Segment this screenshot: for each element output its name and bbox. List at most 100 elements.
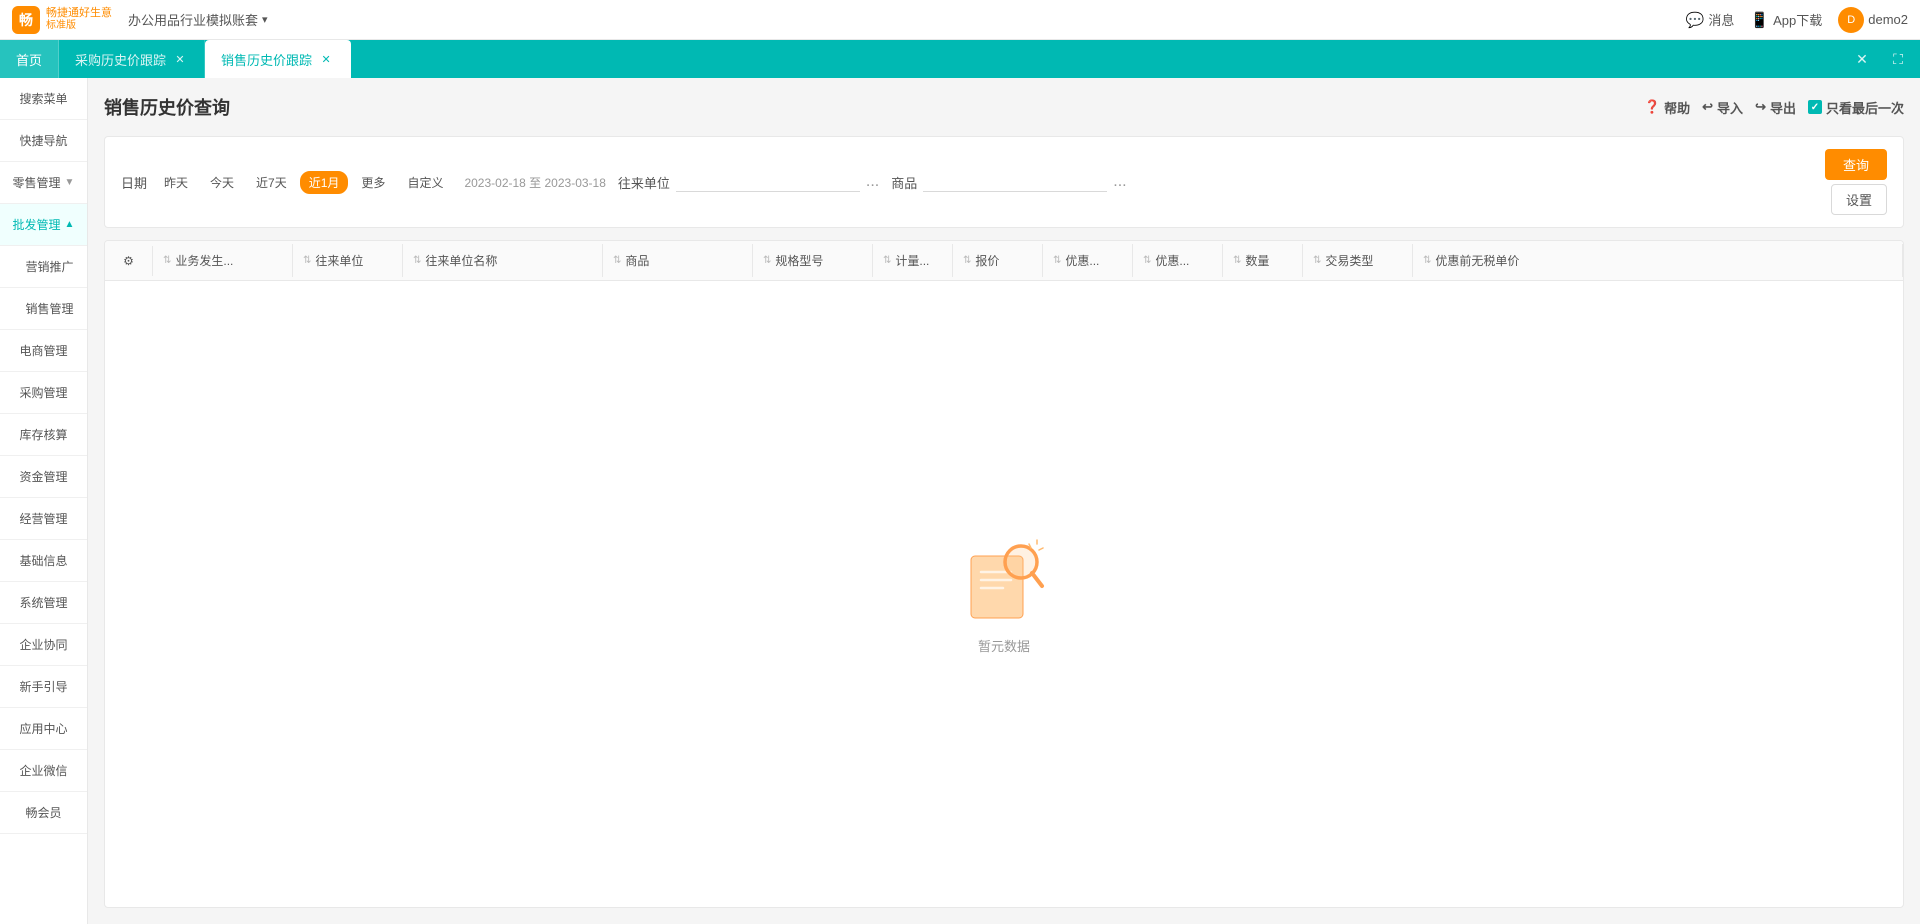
sidebar-item-ecommerce[interactable]: 电商管理 — [0, 330, 87, 372]
sidebar-item-finance[interactable]: 资金管理 — [0, 456, 87, 498]
sidebar-item-retail-mgmt[interactable]: 零售管理 ▼ — [0, 162, 87, 204]
tab-sales-history[interactable]: 销售历史价跟踪 ✕ — [205, 40, 351, 78]
top-bar: 畅 畅捷通好生意 标准版 办公用品行业模拟账套 ▾ 💬 消息 📱 App下载 D… — [0, 0, 1920, 40]
th-measure[interactable]: ⇅ 计量... — [873, 244, 953, 277]
tab-purchase-history[interactable]: 采购历史价跟踪 ✕ — [59, 40, 205, 78]
sidebar-item-operations[interactable]: 经营管理 — [0, 498, 87, 540]
date-btn-7days[interactable]: 近7天 — [247, 171, 296, 194]
only-last-checkbox[interactable]: ✓ 只看最后一次 — [1808, 98, 1904, 117]
th-quantity[interactable]: ⇅ 数量 — [1223, 244, 1303, 277]
th-unit-name[interactable]: ⇅ 往来单位名称 — [403, 244, 603, 277]
user-area[interactable]: D demo2 — [1838, 7, 1908, 33]
th-notax[interactable]: ⇅ 优惠前无税单价 — [1413, 244, 1903, 277]
th-price[interactable]: ⇅ 报价 — [953, 244, 1043, 277]
sidebar-item-app-center[interactable]: 应用中心 — [0, 708, 87, 750]
product-dots-btn[interactable]: ... — [1113, 173, 1126, 191]
date-buttons: 昨天 今天 近7天 近1月 更多 自定义 — [155, 171, 452, 194]
sidebar-item-search-menu[interactable]: 搜索菜单 — [0, 78, 87, 120]
sidebar-item-weixin[interactable]: 企业微信 — [0, 750, 87, 792]
close-window-btn[interactable]: ✕ — [1848, 45, 1876, 73]
tab-home[interactable]: 首页 — [0, 40, 59, 78]
th-discount2[interactable]: ⇅ 优惠... — [1133, 244, 1223, 277]
product-filter: 商品 ... — [891, 172, 1126, 192]
th-discount1[interactable]: ⇅ 优惠... — [1043, 244, 1133, 277]
sort-icon: ⇅ — [763, 255, 771, 266]
content-area: 销售历史价查询 ❓ 帮助 ↩ 导入 ↪ 导出 ✓ — [88, 78, 1920, 924]
logo-text: 畅捷通好生意 标准版 — [46, 7, 112, 32]
logo-icon: 畅 — [12, 6, 40, 34]
sidebar-item-inventory[interactable]: 库存核算 — [0, 414, 87, 456]
date-btn-1month[interactable]: 近1月 — [300, 171, 349, 194]
product-label: 商品 — [891, 173, 917, 192]
unit-filter: 往来单位 ... — [618, 172, 879, 192]
th-spec[interactable]: ⇅ 规格型号 — [753, 244, 873, 277]
export-btn[interactable]: ↪ 导出 — [1755, 98, 1796, 117]
empty-state: 暂元数据 — [899, 474, 1109, 715]
sidebar-item-wholesale-mgmt[interactable]: 批发管理 ▲ — [0, 204, 87, 246]
sort-icon: ⇅ — [1053, 255, 1061, 266]
sort-icon: ⇅ — [163, 255, 171, 266]
close-tab-purchase[interactable]: ✕ — [172, 51, 188, 67]
settings-button[interactable]: 设置 — [1831, 184, 1887, 215]
filter-row: 日期 昨天 今天 近7天 近1月 更多 自定义 2023-02-18 至 202… — [104, 136, 1904, 228]
unit-dots-btn[interactable]: ... — [866, 173, 879, 191]
help-btn[interactable]: ❓ 帮助 — [1644, 98, 1690, 117]
sidebar-item-member[interactable]: 畅会员 — [0, 792, 87, 834]
maximize-btn[interactable]: ⛶ — [1884, 45, 1912, 73]
empty-svg-icon — [959, 534, 1049, 624]
th-product[interactable]: ⇅ 商品 — [603, 244, 753, 277]
page-title-row: 销售历史价查询 ❓ 帮助 ↩ 导入 ↪ 导出 ✓ — [104, 94, 1904, 120]
sidebar-item-marketing[interactable]: 营销推广 — [0, 246, 87, 288]
th-trade[interactable]: ⇅ 交易类型 — [1303, 244, 1413, 277]
date-btn-today[interactable]: 今天 — [201, 171, 243, 194]
th-settings[interactable]: ⚙ — [105, 246, 153, 276]
sidebar-item-quick-nav[interactable]: 快捷导航 — [0, 120, 87, 162]
th-date[interactable]: ⇅ 业务发生... — [153, 244, 293, 277]
sidebar-item-guide[interactable]: 新手引导 — [0, 666, 87, 708]
help-icon: ❓ — [1644, 99, 1660, 115]
sort-icon: ⇅ — [303, 255, 311, 266]
empty-text: 暂元数据 — [978, 636, 1030, 655]
date-range-display: 2023-02-18 至 2023-03-18 — [464, 174, 605, 191]
import-icon: ↩ — [1702, 99, 1713, 115]
arrow-icon: ▲ — [65, 219, 75, 230]
close-tab-sales[interactable]: ✕ — [318, 51, 334, 67]
sort-icon: ⇅ — [1233, 255, 1241, 266]
sidebar-item-purchase-mgmt[interactable]: 采购管理 — [0, 372, 87, 414]
date-btn-custom[interactable]: 自定义 — [398, 171, 452, 194]
sort-icon: ⇅ — [963, 255, 971, 266]
logo-area: 畅 畅捷通好生意 标准版 — [12, 6, 112, 34]
workspace-selector[interactable]: 办公用品行业模拟账套 ▾ — [120, 6, 276, 33]
sort-icon: ⇅ — [1313, 255, 1321, 266]
message-btn[interactable]: 💬 消息 — [1686, 10, 1735, 29]
table-body: 暂元数据 — [105, 281, 1903, 907]
product-input[interactable] — [923, 172, 1107, 192]
top-bar-right: 💬 消息 📱 App下载 D demo2 — [1686, 7, 1908, 33]
message-icon: 💬 — [1686, 11, 1705, 29]
sidebar-item-base-info[interactable]: 基础信息 — [0, 540, 87, 582]
table-container: ⚙ ⇅ 业务发生... ⇅ 往来单位 ⇅ 往来单位名称 — [104, 240, 1904, 908]
app-download-btn[interactable]: 📱 App下载 — [1750, 10, 1822, 29]
page-content: 销售历史价查询 ❓ 帮助 ↩ 导入 ↪ 导出 ✓ — [88, 78, 1920, 924]
export-icon: ↪ — [1755, 99, 1766, 115]
import-btn[interactable]: ↩ 导入 — [1702, 98, 1743, 117]
arrow-icon: ▼ — [65, 177, 75, 188]
sidebar-item-sales-mgmt[interactable]: 销售管理 — [0, 288, 87, 330]
search-menu-label: 搜索菜单 — [19, 90, 67, 107]
date-btn-more[interactable]: 更多 — [352, 171, 394, 194]
tab-bar: 首页 采购历史价跟踪 ✕ 销售历史价跟踪 ✕ ✕ ⛶ — [0, 40, 1920, 78]
query-button[interactable]: 查询 — [1825, 149, 1887, 180]
table-header: ⚙ ⇅ 业务发生... ⇅ 往来单位 ⇅ 往来单位名称 — [105, 241, 1903, 281]
top-bar-left: 畅 畅捷通好生意 标准版 办公用品行业模拟账套 ▾ — [12, 6, 276, 34]
filter-btn-group: 查询 设置 — [1825, 149, 1887, 215]
sort-icon: ⇅ — [1143, 255, 1151, 266]
sort-icon: ⇅ — [883, 255, 891, 266]
th-unit[interactable]: ⇅ 往来单位 — [293, 244, 403, 277]
date-btn-yesterday[interactable]: 昨天 — [155, 171, 197, 194]
date-filter-group: 日期 昨天 今天 近7天 近1月 更多 自定义 2023-02-18 至 202… — [121, 171, 606, 194]
main-layout: 搜索菜单 快捷导航 零售管理 ▼ 批发管理 ▲ 营销推广 销售管理 电商管理 采… — [0, 78, 1920, 924]
settings-gear-icon: ⚙ — [123, 254, 134, 268]
unit-input[interactable] — [676, 172, 860, 192]
sidebar-item-enterprise[interactable]: 企业协同 — [0, 624, 87, 666]
sidebar-item-system[interactable]: 系统管理 — [0, 582, 87, 624]
